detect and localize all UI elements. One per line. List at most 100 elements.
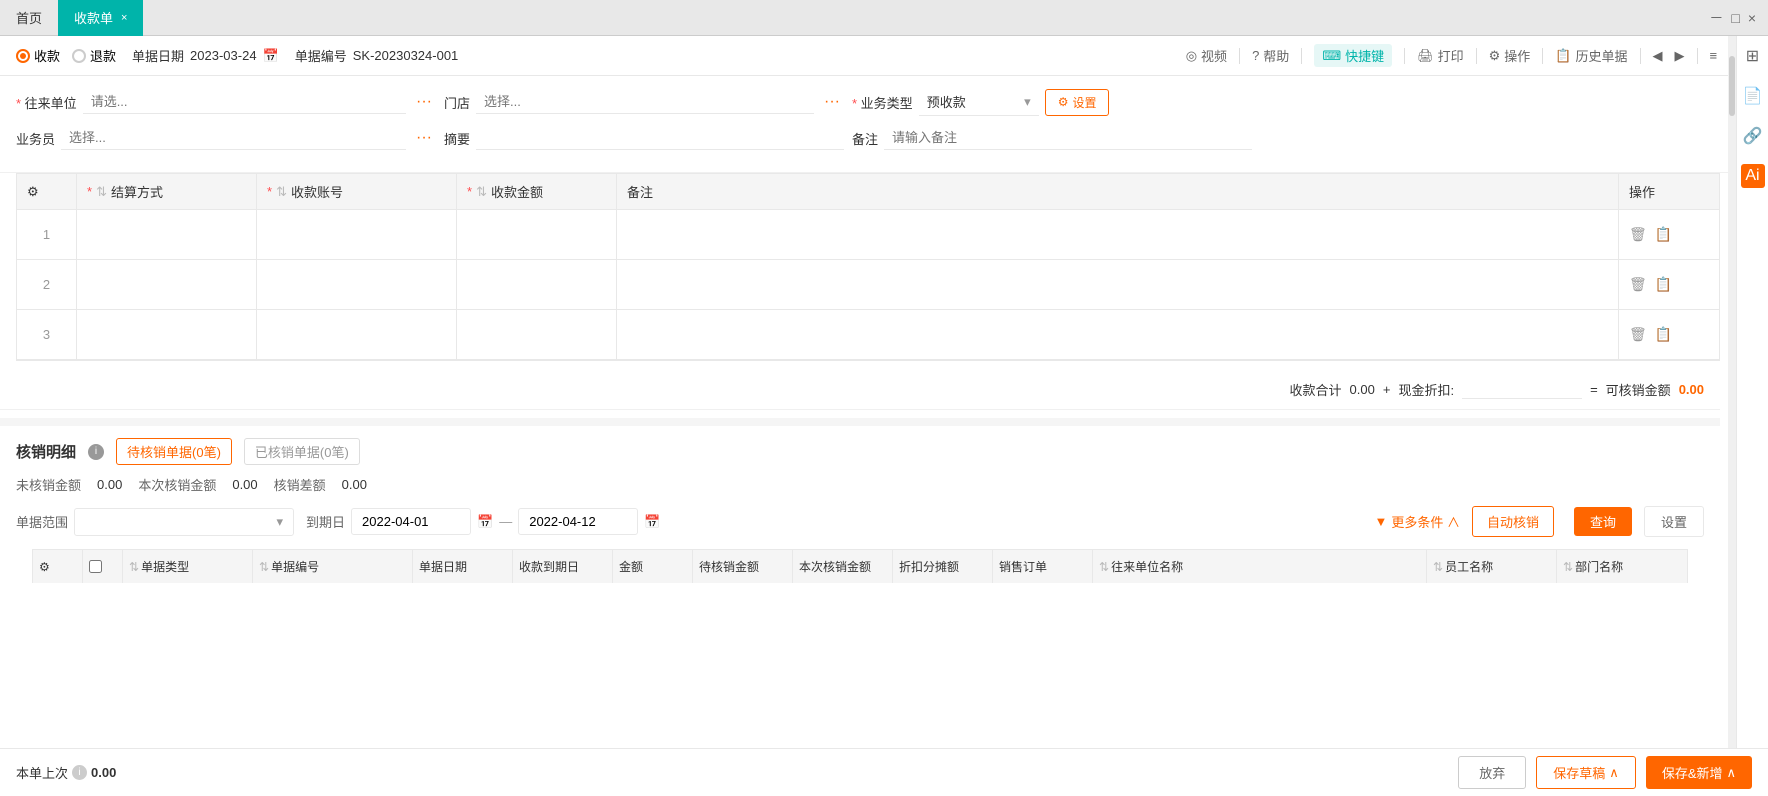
row-amount-2[interactable] bbox=[457, 260, 617, 309]
sidebar-doc-icon[interactable]: 📄 bbox=[1741, 84, 1765, 108]
tab-close-icon[interactable]: × bbox=[121, 12, 127, 24]
history-icon: 📋 bbox=[1555, 48, 1571, 64]
tab-receipt[interactable]: 收款单 × bbox=[58, 0, 143, 36]
minimize-button[interactable]: － bbox=[1709, 8, 1723, 28]
tab-home[interactable]: 首页 bbox=[0, 0, 58, 36]
th-gear[interactable]: ⚙ bbox=[17, 174, 77, 209]
business-type-chevron: ▾ bbox=[1024, 94, 1031, 110]
row-no-2: 2 bbox=[17, 260, 77, 309]
gear-icon: ⚙ bbox=[27, 184, 39, 200]
row-amount-1[interactable] bbox=[457, 210, 617, 259]
bth-this-amount: 本次核销金额 bbox=[793, 550, 893, 583]
store-dots[interactable]: ··· bbox=[820, 93, 844, 111]
stat-label-3: 核销差额 bbox=[274, 475, 326, 494]
query-button[interactable]: 查询 bbox=[1574, 507, 1632, 536]
row-no-1: 1 bbox=[17, 210, 77, 259]
copy-row-2-button[interactable]: 📋 bbox=[1655, 276, 1672, 293]
shortcut-btn[interactable]: ⌨ 快捷键 bbox=[1314, 44, 1392, 67]
due-date-label: 到期日 bbox=[306, 512, 345, 531]
settings-label: 设置 bbox=[1072, 94, 1096, 111]
copy-row-1-button[interactable]: 📋 bbox=[1655, 226, 1672, 243]
verify-settings-button[interactable]: 设置 bbox=[1644, 506, 1704, 537]
row-settlement-2[interactable] bbox=[77, 260, 257, 309]
maximize-button[interactable]: □ bbox=[1731, 10, 1739, 26]
table-row: 2 🗑 📋 bbox=[17, 260, 1719, 310]
window-controls: － □ × bbox=[1697, 8, 1768, 28]
video-btn[interactable]: ◎ 视频 bbox=[1186, 46, 1227, 65]
more-filters-btn[interactable]: ▼ 更多条件 ∧ bbox=[1374, 512, 1460, 531]
row-account-2[interactable] bbox=[257, 260, 457, 309]
form-row-1: 往来单位 ··· 门店 ··· 业务类型 预收款 ▾ ⚙ 设置 bbox=[16, 88, 1752, 116]
select-all-checkbox[interactable] bbox=[89, 560, 102, 573]
done-tab[interactable]: 已核销单据(0笔) bbox=[244, 438, 360, 465]
operation-btn[interactable]: ⚙ 操作 bbox=[1489, 46, 1531, 65]
pending-tab[interactable]: 待核销单据(0笔) bbox=[116, 438, 232, 465]
row-account-3[interactable] bbox=[257, 310, 457, 359]
th-settlement: ⇅ 结算方式 bbox=[77, 174, 257, 209]
row-settlement-3[interactable] bbox=[77, 310, 257, 359]
row-remark-1[interactable] bbox=[617, 210, 1619, 259]
close-button[interactable]: × bbox=[1748, 10, 1756, 26]
abandon-button[interactable]: 放弃 bbox=[1458, 756, 1526, 789]
cal-icon-to[interactable]: 📅 bbox=[644, 514, 660, 530]
verify-section: 核销明细 i 待核销单据(0笔) 已核销单据(0笔) 未核销金额 0.00 本次… bbox=[0, 418, 1720, 595]
delete-row-1-button[interactable]: 🗑 bbox=[1629, 226, 1647, 243]
range-label: 单据范围 bbox=[16, 512, 68, 531]
sidebar-link-icon[interactable]: 🔗 bbox=[1741, 124, 1765, 148]
delete-row-2-button[interactable]: 🗑 bbox=[1629, 276, 1647, 293]
save-new-button[interactable]: 保存&新增 ∧ bbox=[1646, 756, 1752, 789]
cal-icon-from[interactable]: 📅 bbox=[477, 514, 493, 530]
footer-info-icon[interactable]: i bbox=[72, 765, 87, 780]
salesperson-dots[interactable]: ··· bbox=[412, 129, 436, 147]
receipt-radio[interactable]: 收款 bbox=[16, 46, 60, 65]
bth-doc-type: ⇅ 单据类型 bbox=[123, 550, 253, 583]
business-type-select[interactable]: 预收款 ▾ bbox=[919, 88, 1039, 116]
counterpart-dots[interactable]: ··· bbox=[412, 93, 436, 111]
scrollbar[interactable] bbox=[1728, 36, 1736, 748]
settings-button[interactable]: ⚙ 设置 bbox=[1045, 89, 1110, 116]
footer-amount: 0.00 bbox=[91, 765, 116, 780]
range-select[interactable]: ▾ bbox=[74, 508, 294, 536]
nav-prev-btn[interactable]: ◀ bbox=[1653, 48, 1663, 64]
equals-sign: = bbox=[1590, 382, 1598, 397]
refund-radio[interactable]: 退款 bbox=[72, 46, 116, 65]
print-btn[interactable]: 🖨 打印 bbox=[1417, 46, 1464, 65]
discount-input[interactable] bbox=[1462, 379, 1582, 399]
table-row: 3 🗑 📋 bbox=[17, 310, 1719, 360]
summary-input[interactable] bbox=[476, 126, 844, 150]
auto-verify-button[interactable]: 自动核销 bbox=[1472, 506, 1554, 537]
remarks-input[interactable] bbox=[884, 126, 1252, 150]
bth-employee: ⇅ 员工名称 bbox=[1427, 550, 1557, 583]
date-from-input[interactable] bbox=[351, 508, 471, 535]
form-area: 往来单位 ··· 门店 ··· 业务类型 预收款 ▾ ⚙ 设置 bbox=[0, 76, 1768, 173]
row-account-1[interactable] bbox=[257, 210, 457, 259]
copy-row-3-button[interactable]: 📋 bbox=[1655, 326, 1672, 343]
row-settlement-1[interactable] bbox=[77, 210, 257, 259]
sidebar-table-icon[interactable]: ⊞ bbox=[1741, 44, 1765, 68]
store-label: 门店 bbox=[444, 93, 470, 112]
counterpart-input[interactable] bbox=[83, 90, 406, 114]
row-remark-2[interactable] bbox=[617, 260, 1619, 309]
verify-info-icon[interactable]: i bbox=[88, 444, 104, 460]
date-to-input[interactable] bbox=[518, 508, 638, 535]
bth-pending-amount: 待核销金额 bbox=[693, 550, 793, 583]
calendar-icon[interactable]: 📅 bbox=[263, 48, 279, 64]
receipt-table: ⚙ ⇅ 结算方式 ⇅ 收款账号 ⇅ 收款金额 备注 操作 1 bbox=[16, 173, 1720, 361]
doc-no-field: 单据编号 SK-20230324-001 bbox=[295, 46, 459, 65]
delete-row-3-button[interactable]: 🗑 bbox=[1629, 326, 1647, 343]
bth-discount: 折扣分摊额 bbox=[893, 550, 993, 583]
nav-next-btn[interactable]: ▶ bbox=[1675, 48, 1685, 64]
salesperson-input[interactable] bbox=[61, 126, 406, 150]
bth-checkbox[interactable] bbox=[83, 550, 123, 583]
row-actions-2: 🗑 📋 bbox=[1619, 260, 1719, 309]
list-view-btn[interactable]: ≡ bbox=[1710, 48, 1718, 63]
bth-gear[interactable]: ⚙ bbox=[33, 550, 83, 583]
row-remark-3[interactable] bbox=[617, 310, 1619, 359]
store-input[interactable] bbox=[476, 90, 814, 114]
help-btn[interactable]: ? 帮助 bbox=[1252, 46, 1289, 65]
sidebar-edit-icon[interactable]: Ai bbox=[1741, 164, 1765, 188]
range-filter-group: 单据范围 ▾ bbox=[16, 508, 294, 536]
row-amount-3[interactable] bbox=[457, 310, 617, 359]
history-btn[interactable]: 📋 历史单据 bbox=[1555, 46, 1627, 65]
save-draft-button[interactable]: 保存草稿 ∧ bbox=[1536, 756, 1636, 789]
